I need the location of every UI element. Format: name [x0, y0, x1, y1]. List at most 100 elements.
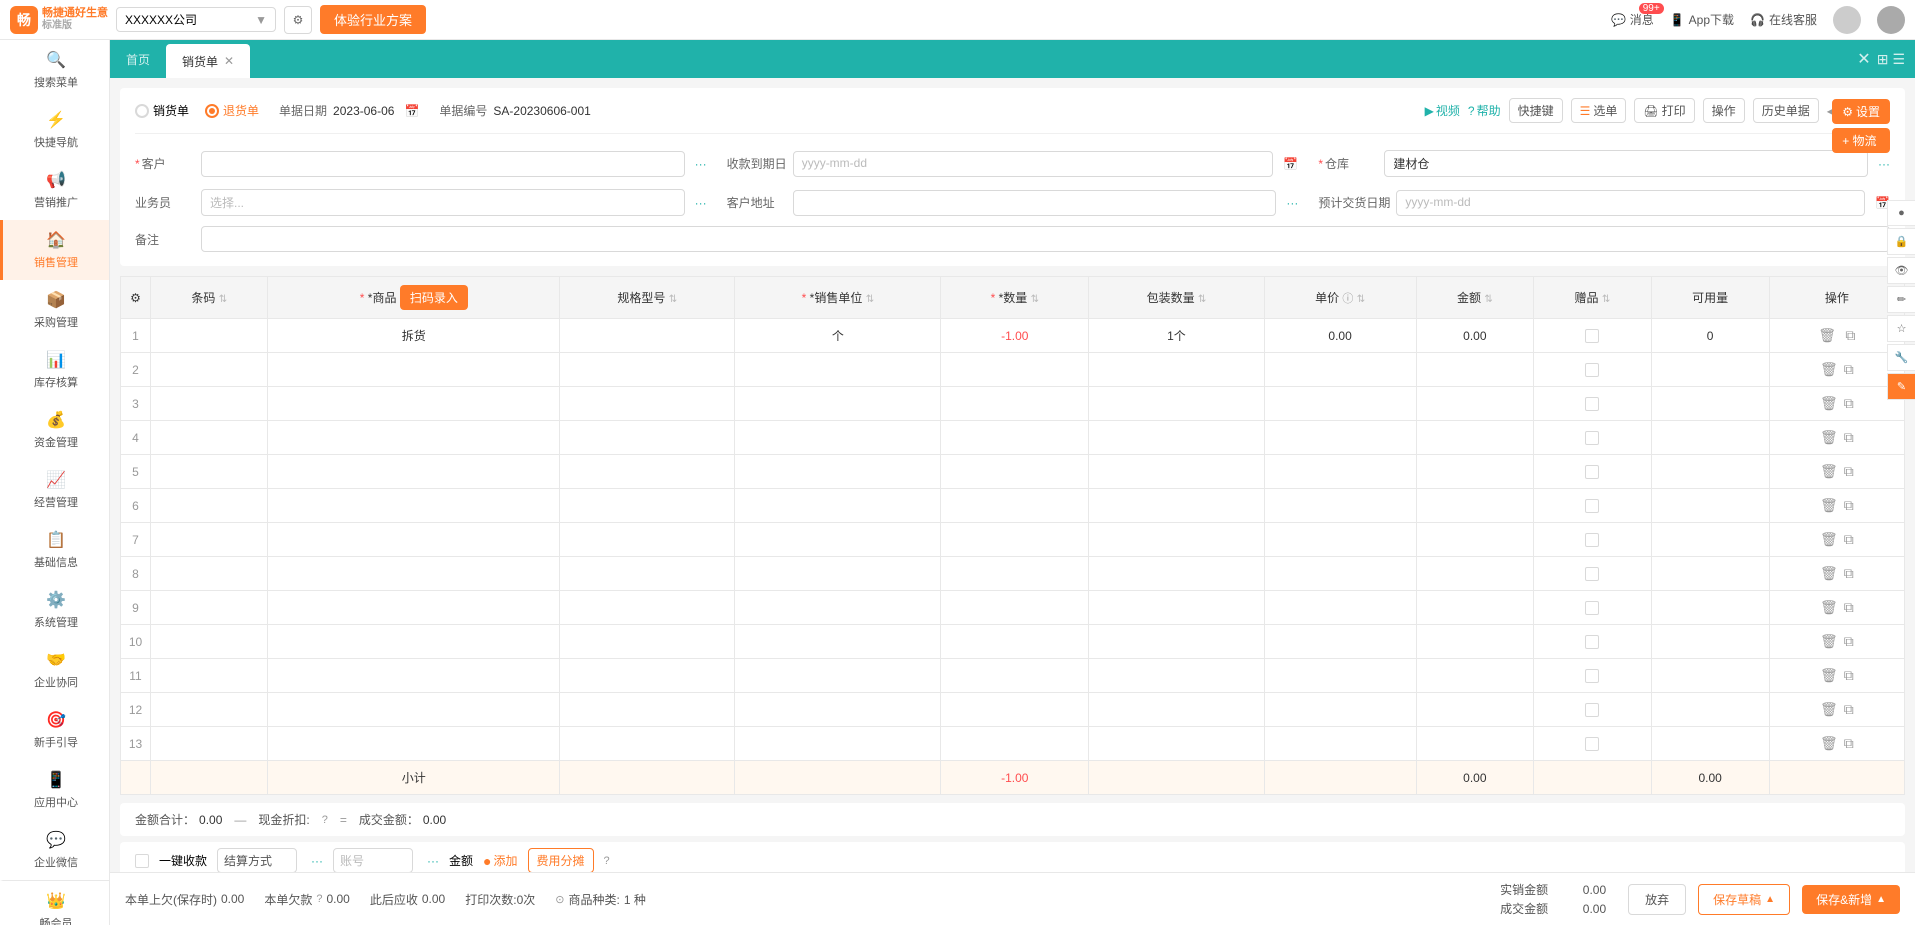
payment-help-icon[interactable]: ?	[604, 855, 610, 867]
copy-row-icon[interactable]: ⧉	[1842, 327, 1858, 343]
barcode-sort[interactable]: ⇅	[219, 294, 227, 305]
float-btn-edit[interactable]: ✏	[1887, 286, 1915, 313]
one-click-payment-check[interactable]	[135, 854, 149, 868]
scan-btn[interactable]: 扫码录入	[400, 285, 468, 310]
copy-row-icon[interactable]: ⧉	[1841, 361, 1857, 377]
cell-product[interactable]: 拆货	[268, 319, 560, 353]
spec-sort[interactable]: ⇅	[669, 294, 677, 305]
notification-area[interactable]: 💬 消息 99+	[1611, 11, 1653, 28]
cell-unit[interactable]: 个	[735, 319, 941, 353]
due-date-calendar-icon[interactable]: 📅	[1283, 157, 1298, 171]
sidebar-item-guide[interactable]: 🎯 新手引导	[0, 700, 109, 760]
sidebar-item-search[interactable]: 🔍 搜索菜单	[0, 40, 109, 100]
settings-gear-icon[interactable]: ⚙	[284, 6, 312, 34]
salesperson-dots[interactable]: ···	[695, 196, 707, 210]
price-sort[interactable]: ⇅	[1357, 294, 1365, 305]
qty-sort[interactable]: ⇅	[1031, 294, 1039, 305]
history-btn[interactable]: 历史单据	[1753, 98, 1819, 123]
float-btn-1[interactable]: ●	[1887, 200, 1915, 226]
user-avatar-2[interactable]	[1877, 6, 1905, 34]
customer-address-input[interactable]	[793, 190, 1277, 216]
logistics-btn[interactable]: + 物流	[1832, 128, 1890, 153]
delete-row-icon[interactable]: 🗑	[1817, 735, 1841, 751]
delete-row-icon[interactable]: 🗑	[1817, 667, 1841, 683]
add-payment-btn[interactable]: ● 添加	[483, 852, 517, 869]
delete-row-icon[interactable]: 🗑	[1817, 429, 1841, 445]
close-all-tabs-icon[interactable]: ✕	[1857, 49, 1870, 69]
sidebar-item-enterprise[interactable]: 🤝 企业协同	[0, 640, 109, 700]
settings-btn[interactable]: ⚙ 设置	[1832, 99, 1890, 124]
settlement-method-select[interactable]: 结算方式	[217, 848, 297, 872]
save-draft-button[interactable]: 保存草稿 ▲	[1698, 884, 1790, 915]
trial-button[interactable]: 体验行业方案	[320, 5, 426, 34]
float-btn-lock[interactable]: 🔒	[1887, 228, 1915, 255]
sidebar-item-inventory[interactable]: 📊 库存核算	[0, 340, 109, 400]
operation-btn[interactable]: 操作	[1703, 98, 1745, 123]
price-info-icon[interactable]: ⓘ	[1342, 293, 1353, 305]
copy-row-icon[interactable]: ⧉	[1841, 429, 1857, 445]
cell-spec[interactable]	[560, 319, 735, 353]
unit-sort[interactable]: ⇅	[866, 294, 874, 305]
sidebar-item-apps[interactable]: 📱 应用中心	[0, 760, 109, 820]
sidebar-item-sales[interactable]: 🏠 销售管理	[0, 220, 109, 280]
sidebar-item-system[interactable]: ⚙️ 系统管理	[0, 580, 109, 640]
copy-row-icon[interactable]: ⧉	[1841, 531, 1857, 547]
copy-row-icon[interactable]: ⧉	[1841, 497, 1857, 513]
print-btn[interactable]: 🖨 打印	[1634, 98, 1694, 123]
tab-layout-icon[interactable]: ⊞	[1877, 51, 1889, 68]
delete-row-icon[interactable]: 🗑	[1817, 395, 1841, 411]
float-btn-tool[interactable]: 🔧	[1887, 344, 1915, 371]
delete-row-icon[interactable]: 🗑	[1817, 531, 1841, 547]
copy-row-icon[interactable]: ⧉	[1841, 395, 1857, 411]
pkg-sort[interactable]: ⇅	[1198, 294, 1206, 305]
user-avatar[interactable]	[1833, 6, 1861, 34]
tab-sales-order[interactable]: 销货单 ✕	[166, 44, 250, 78]
shortcut-btn[interactable]: 快捷键	[1509, 98, 1563, 123]
cell-barcode[interactable]	[151, 319, 268, 353]
calendar-icon[interactable]: 📅	[404, 104, 419, 118]
sidebar-item-basic[interactable]: 📋 基础信息	[0, 520, 109, 580]
app-download-link[interactable]: 📱 App下载	[1670, 11, 1734, 28]
warehouse-dots[interactable]: ···	[1878, 157, 1890, 171]
address-dots[interactable]: ···	[1286, 196, 1298, 210]
delete-row-icon[interactable]: 🗑	[1817, 361, 1841, 377]
radio-return-order[interactable]: 退货单	[205, 102, 259, 119]
cell-quantity[interactable]: -1.00	[941, 319, 1089, 353]
due-date-input[interactable]: yyyy-mm-dd	[793, 151, 1274, 177]
copy-row-icon[interactable]: ⧉	[1841, 565, 1857, 581]
gift-sort[interactable]: ⇅	[1602, 294, 1610, 305]
warehouse-input[interactable]: 建材仓	[1384, 150, 1868, 177]
sidebar-item-member[interactable]: 👑 畅会员	[0, 880, 109, 925]
copy-row-icon[interactable]: ⧉	[1841, 633, 1857, 649]
cell-gift[interactable]	[1534, 319, 1651, 353]
sidebar-item-quick-nav[interactable]: ⚡ 快捷导航	[0, 100, 109, 160]
salesperson-input[interactable]: 选择...	[201, 189, 685, 216]
account-input[interactable]: 账号	[333, 848, 413, 872]
balance-due-info-icon[interactable]: ?	[316, 893, 322, 905]
expected-delivery-input[interactable]: yyyy-mm-dd	[1396, 190, 1865, 216]
delete-row-icon[interactable]: 🗑	[1817, 633, 1841, 649]
tab-list-icon[interactable]: ☰	[1892, 51, 1905, 68]
col-settings[interactable]: ⚙	[121, 277, 151, 319]
copy-row-icon[interactable]: ⧉	[1841, 701, 1857, 717]
online-support-link[interactable]: 🎧 在线客服	[1750, 11, 1817, 28]
settlement-dots[interactable]: ···	[311, 854, 323, 868]
save-new-button[interactable]: 保存&新增 ▲	[1802, 885, 1900, 914]
customer-dots[interactable]: ···	[695, 157, 707, 171]
sidebar-item-operations[interactable]: 📈 经营管理	[0, 460, 109, 520]
tab-home[interactable]: 首页	[110, 40, 166, 78]
sidebar-item-purchase[interactable]: 📦 采购管理	[0, 280, 109, 340]
delete-row-icon[interactable]: 🗑	[1817, 565, 1841, 581]
discount-info-icon[interactable]: ?	[322, 814, 328, 826]
company-selector[interactable]: XXXXXX公司 ▼	[116, 7, 276, 32]
product-types-icon[interactable]: ⊙	[555, 893, 564, 906]
filter-btn[interactable]: ☰ 选单	[1571, 98, 1627, 123]
sidebar-item-marketing[interactable]: 📢 营销推广	[0, 160, 109, 220]
help-link[interactable]: ? 帮助	[1468, 102, 1501, 119]
delete-row-icon[interactable]: 🗑	[1817, 497, 1841, 513]
notes-input[interactable]	[201, 226, 1890, 252]
delete-row-icon[interactable]: 🗑	[1815, 327, 1839, 343]
customer-input[interactable]	[201, 151, 685, 177]
account-dots[interactable]: ···	[427, 854, 439, 868]
copy-row-icon[interactable]: ⧉	[1841, 667, 1857, 683]
